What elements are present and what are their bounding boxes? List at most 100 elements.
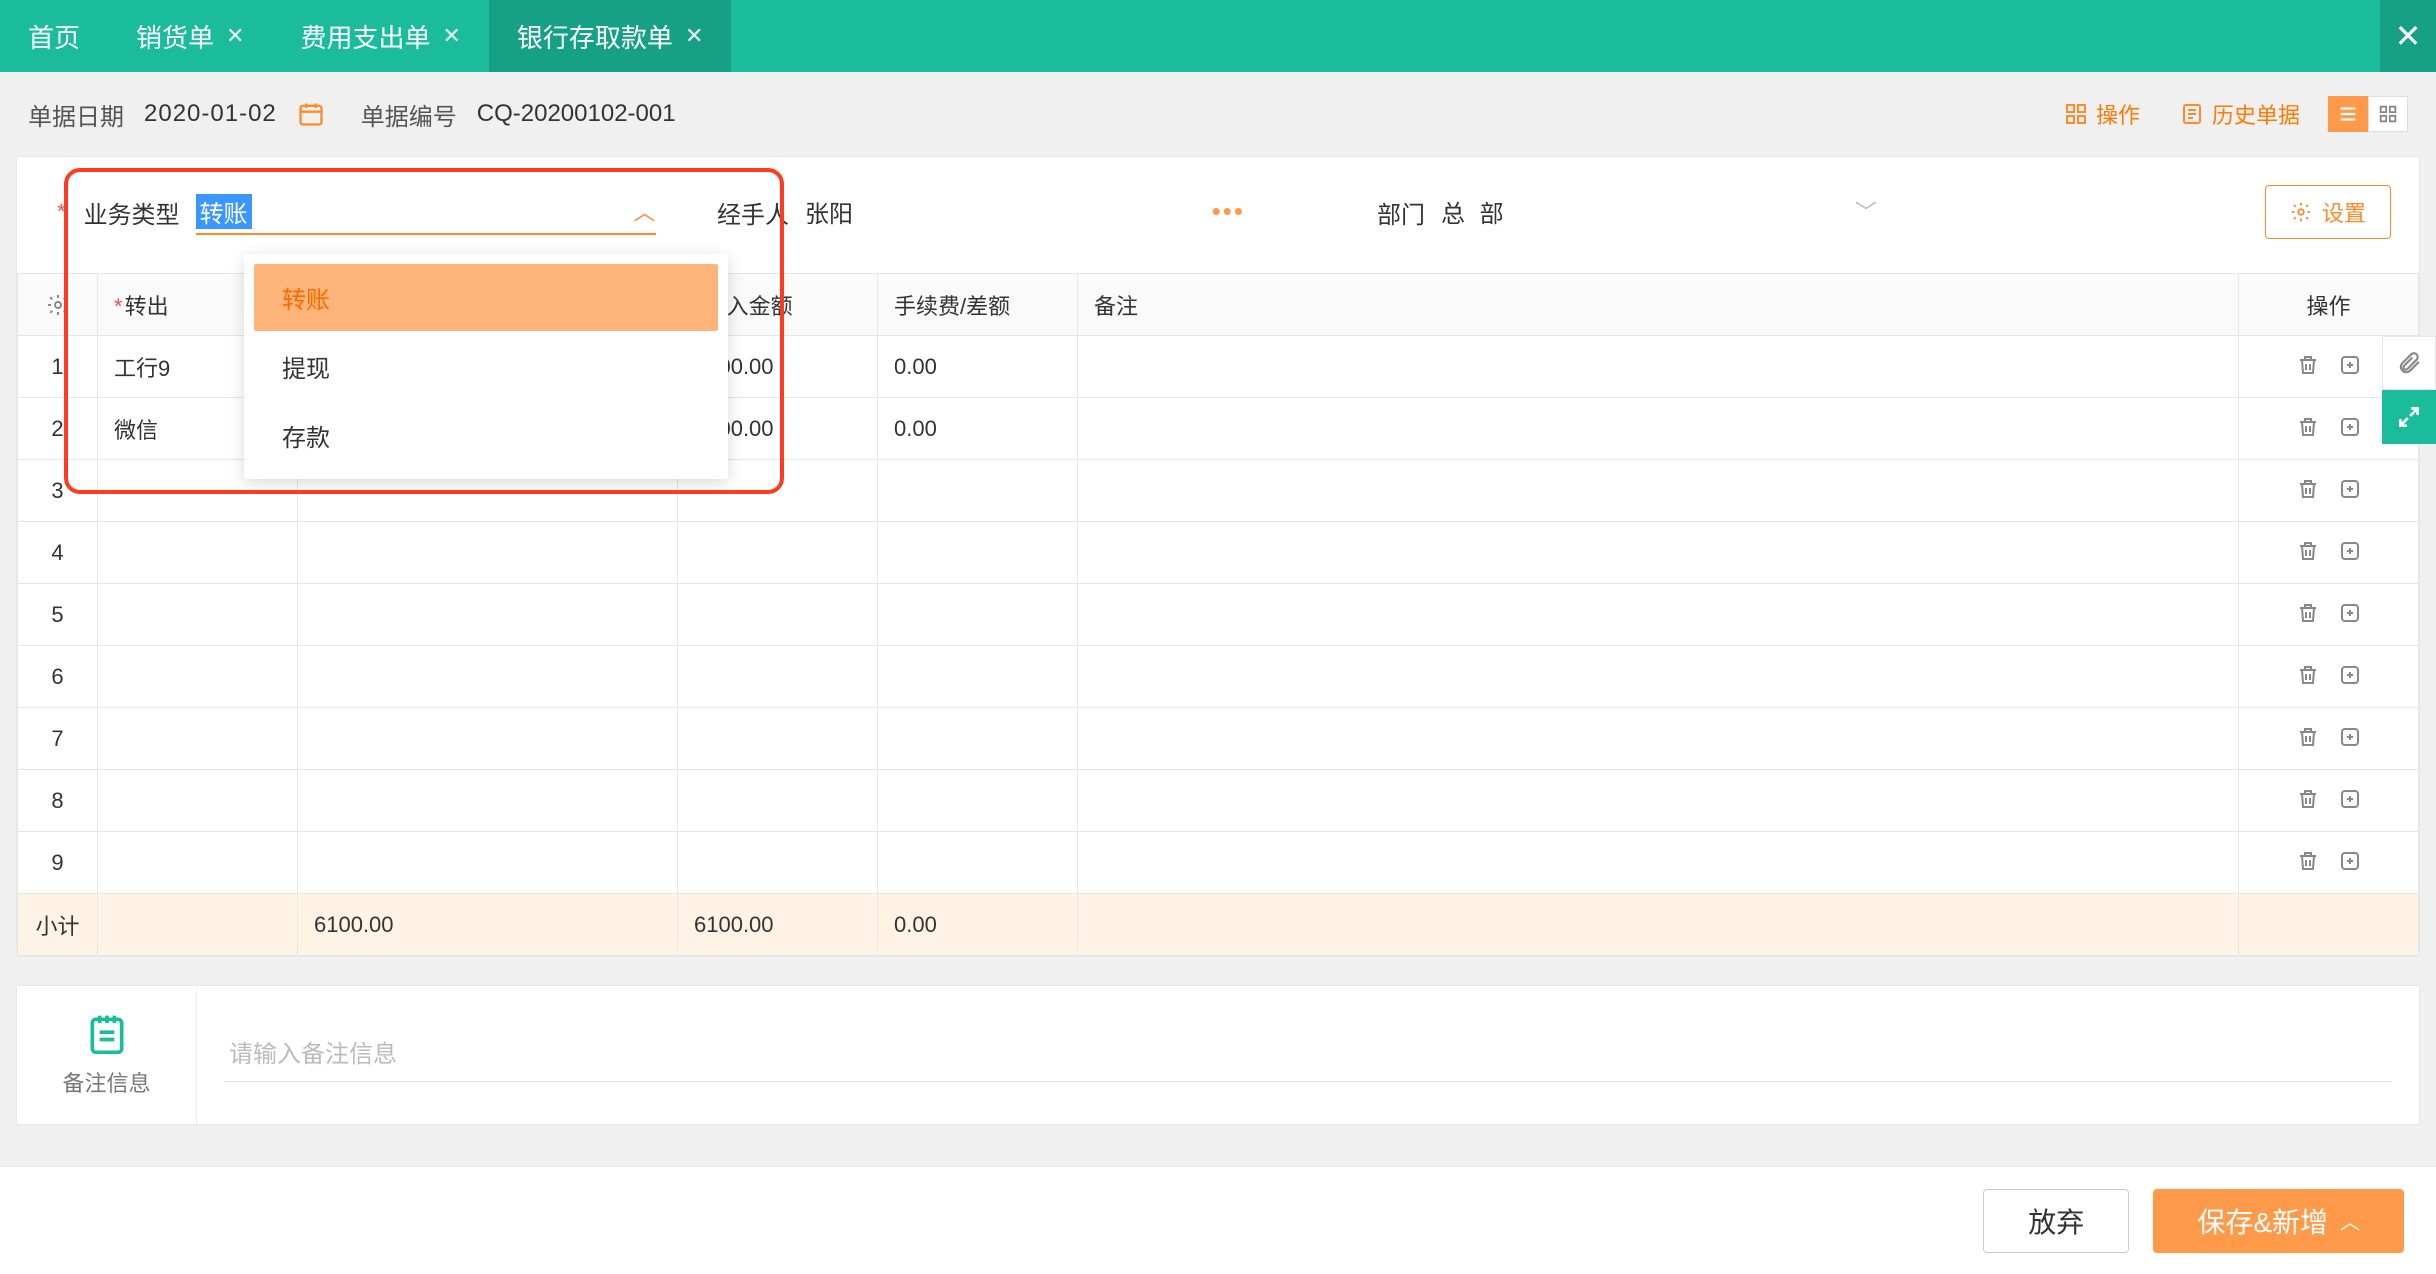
more-icon[interactable]: •••	[1212, 196, 1245, 227]
tab-home[interactable]: 首页	[0, 0, 108, 72]
cell-in-amount[interactable]	[678, 770, 878, 832]
cell-ops	[2239, 646, 2419, 708]
tab-sales[interactable]: 销货单✕	[108, 0, 272, 72]
cell-out-account[interactable]	[98, 646, 298, 708]
biz-type-dropdown: 转账 提现 存款	[244, 254, 728, 479]
delete-row-icon[interactable]	[2293, 660, 2323, 690]
save-add-button[interactable]: 保存&新增 ︿	[2153, 1189, 2404, 1253]
calendar-icon[interactable]	[297, 100, 325, 128]
cell-note[interactable]	[1078, 336, 2239, 398]
cell-fee[interactable]: 0.00	[878, 336, 1078, 398]
chevron-up-icon: ︿	[2340, 1206, 2360, 1235]
subtotal-row: 小计 6100.00 6100.00 0.00	[18, 894, 2419, 956]
gear-header[interactable]	[18, 274, 98, 336]
ops-button[interactable]: 操作	[2064, 98, 2140, 130]
row-index: 3	[18, 460, 98, 522]
add-row-icon[interactable]	[2335, 598, 2365, 628]
attachment-button[interactable]	[2382, 336, 2436, 390]
cell-in-amount[interactable]	[678, 522, 878, 584]
settings-button[interactable]: 设置	[2265, 185, 2391, 239]
biz-type-field[interactable]: * 业务类型 转账 ︿	[57, 190, 677, 235]
delete-row-icon[interactable]	[2293, 846, 2323, 876]
cell-out-account[interactable]	[98, 522, 298, 584]
close-icon[interactable]: ✕	[685, 23, 703, 49]
view-grid-button[interactable]	[2368, 96, 2408, 132]
close-icon[interactable]: ✕	[442, 23, 460, 49]
cell-fee[interactable]	[878, 584, 1078, 646]
cell-ops	[2239, 770, 2419, 832]
date-value[interactable]: 2020-01-02	[144, 100, 277, 128]
cell-fee[interactable]: 0.00	[878, 398, 1078, 460]
table-row[interactable]: 8	[18, 770, 2419, 832]
add-row-icon[interactable]	[2335, 536, 2365, 566]
add-row-icon[interactable]	[2335, 350, 2365, 380]
add-row-icon[interactable]	[2335, 474, 2365, 504]
delete-row-icon[interactable]	[2293, 598, 2323, 628]
cell-out-amount[interactable]	[298, 646, 678, 708]
cell-out-account[interactable]	[98, 584, 298, 646]
tab-bank-transfer[interactable]: 银行存取款单✕	[489, 0, 731, 72]
cell-fee[interactable]	[878, 522, 1078, 584]
cell-fee[interactable]	[878, 460, 1078, 522]
cell-note[interactable]	[1078, 708, 2239, 770]
history-button[interactable]: 历史单据	[2180, 98, 2300, 130]
chevron-up-icon: ︿	[634, 195, 656, 227]
add-row-icon[interactable]	[2335, 412, 2365, 442]
cell-note[interactable]	[1078, 398, 2239, 460]
cell-out-amount[interactable]	[298, 770, 678, 832]
dept-field[interactable]: 部门 总 部 ﹀	[1377, 190, 1937, 235]
close-panel-button[interactable]: ✕	[2380, 0, 2436, 72]
close-icon[interactable]: ✕	[226, 23, 244, 49]
add-row-icon[interactable]	[2335, 784, 2365, 814]
table-row[interactable]: 4	[18, 522, 2419, 584]
handler-field[interactable]: 经手人 张阳 •••	[717, 190, 1337, 235]
add-row-icon[interactable]	[2335, 846, 2365, 876]
row-index: 7	[18, 708, 98, 770]
cell-out-account[interactable]	[98, 708, 298, 770]
row-index: 1	[18, 336, 98, 398]
cell-out-account[interactable]	[98, 770, 298, 832]
footer: 放弃 保存&新增 ︿	[0, 1166, 2436, 1274]
tab-expense[interactable]: 费用支出单✕	[272, 0, 488, 72]
cell-note[interactable]	[1078, 460, 2239, 522]
cell-fee[interactable]	[878, 646, 1078, 708]
delete-row-icon[interactable]	[2293, 536, 2323, 566]
cell-out-amount[interactable]	[298, 708, 678, 770]
cell-in-amount[interactable]	[678, 584, 878, 646]
remarks-input[interactable]	[225, 1029, 2391, 1082]
cell-ops	[2239, 522, 2419, 584]
cell-note[interactable]	[1078, 522, 2239, 584]
doc-no-label: 单据编号	[361, 97, 457, 132]
cell-fee[interactable]	[878, 708, 1078, 770]
remarks-icon-block: 备注信息	[17, 986, 197, 1124]
view-toggle	[2328, 96, 2408, 132]
dropdown-option-transfer[interactable]: 转账	[254, 264, 718, 331]
date-label: 单据日期	[28, 97, 124, 132]
cell-out-amount[interactable]	[298, 584, 678, 646]
table-row[interactable]: 9	[18, 832, 2419, 894]
table-row[interactable]: 5	[18, 584, 2419, 646]
cell-note[interactable]	[1078, 646, 2239, 708]
cell-in-amount[interactable]	[678, 708, 878, 770]
notepad-icon	[85, 1012, 129, 1056]
table-row[interactable]: 7	[18, 708, 2419, 770]
cell-note[interactable]	[1078, 770, 2239, 832]
view-list-button[interactable]	[2328, 96, 2368, 132]
delete-row-icon[interactable]	[2293, 722, 2323, 752]
delete-row-icon[interactable]	[2293, 474, 2323, 504]
add-row-icon[interactable]	[2335, 660, 2365, 690]
expand-button[interactable]	[2382, 390, 2436, 444]
delete-row-icon[interactable]	[2293, 784, 2323, 814]
remarks-section: 备注信息	[16, 985, 2420, 1125]
discard-button[interactable]: 放弃	[1983, 1189, 2129, 1253]
delete-row-icon[interactable]	[2293, 350, 2323, 380]
dropdown-option-withdraw[interactable]: 提现	[254, 333, 718, 400]
cell-out-amount[interactable]	[298, 522, 678, 584]
dropdown-option-deposit[interactable]: 存款	[254, 402, 718, 469]
cell-fee[interactable]	[878, 770, 1078, 832]
table-row[interactable]: 6	[18, 646, 2419, 708]
delete-row-icon[interactable]	[2293, 412, 2323, 442]
cell-note[interactable]	[1078, 584, 2239, 646]
cell-in-amount[interactable]	[678, 646, 878, 708]
add-row-icon[interactable]	[2335, 722, 2365, 752]
